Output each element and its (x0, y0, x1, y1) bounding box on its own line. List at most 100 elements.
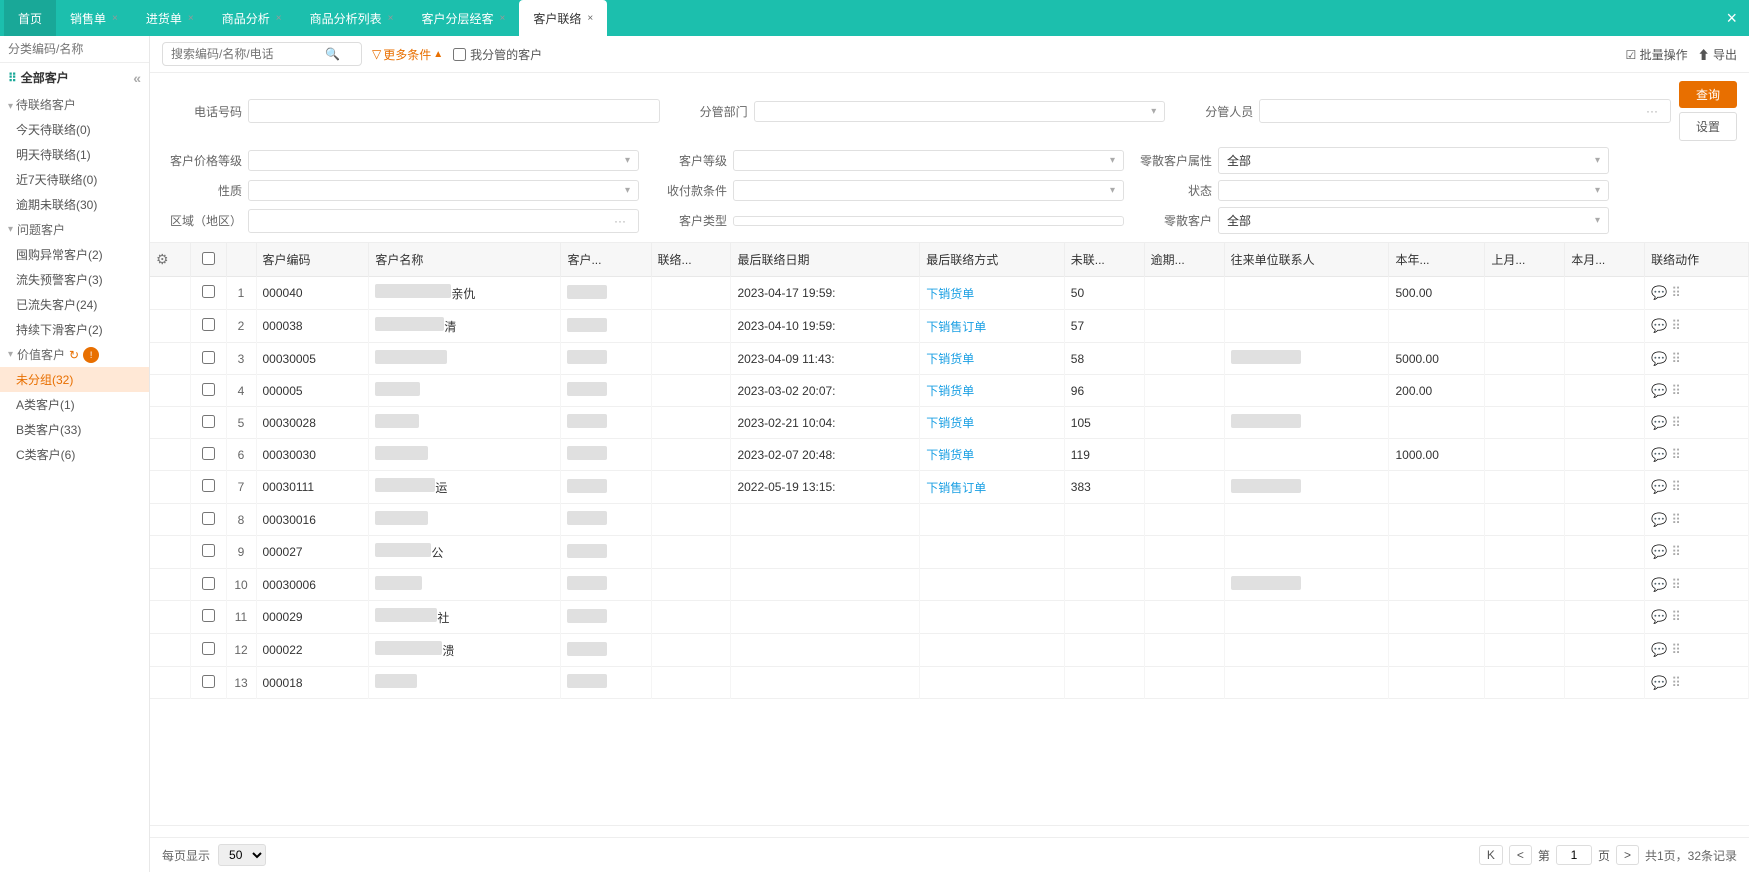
more-icon[interactable]: ⠿ (1671, 415, 1681, 431)
row-checkbox[interactable] (202, 318, 215, 331)
contact-icon[interactable]: 💬 (1651, 415, 1667, 431)
customer-level-select[interactable]: ▾ (733, 150, 1124, 171)
tab-product-analysis[interactable]: 商品分析 × (208, 0, 296, 36)
settings-col-header[interactable]: ⚙ (150, 243, 190, 277)
row-checkbox[interactable] (202, 675, 215, 688)
sidebar-item-today[interactable]: 今天待联络(0) (0, 117, 149, 142)
more-icon[interactable]: ⠿ (1671, 351, 1681, 367)
more-conditions-btn[interactable]: ▽ 更多条件 ▲ (372, 46, 443, 63)
collapse-icon[interactable]: « (133, 70, 141, 86)
next-page-btn[interactable]: > (1616, 845, 1639, 865)
my-customers-filter[interactable]: 我分管的客户 (453, 46, 542, 63)
row-checkbox[interactable] (202, 577, 215, 590)
tab-product-analysis-list[interactable]: 商品分析列表 × (296, 0, 408, 36)
contact-icon[interactable]: 💬 (1651, 447, 1667, 463)
contact-icon[interactable]: 💬 (1651, 383, 1667, 399)
more-icon[interactable]: ⠿ (1671, 544, 1681, 560)
row-checkbox[interactable] (202, 479, 215, 492)
prev-page-btn[interactable]: < (1509, 845, 1532, 865)
row-checkbox[interactable] (202, 512, 215, 525)
row-checkbox[interactable] (202, 415, 215, 428)
tab-sales-close[interactable]: × (112, 13, 118, 24)
status-select[interactable]: ▾ (1218, 180, 1609, 201)
search-input[interactable] (171, 47, 321, 61)
contact-icon[interactable]: 💬 (1651, 351, 1667, 367)
tab-customer-contact[interactable]: 客户联络 × (519, 0, 607, 36)
problem-customers-header[interactable]: 问题客户 (0, 217, 149, 242)
tab-sales[interactable]: 销售单 × (56, 0, 132, 36)
first-page-btn[interactable]: K (1479, 845, 1503, 865)
contact-icon[interactable]: 💬 (1651, 675, 1667, 691)
horizontal-scrollbar[interactable] (150, 825, 1749, 837)
last-type-link[interactable]: 下销货单 (926, 448, 974, 462)
value-customers-label[interactable]: 价值客户 (17, 346, 65, 363)
more-icon[interactable]: ⠿ (1671, 479, 1681, 495)
row-checkbox[interactable] (202, 383, 215, 396)
checkbox-cell[interactable] (190, 569, 226, 601)
last-type-link[interactable]: 下销货单 (926, 287, 974, 301)
checkbox-cell[interactable] (190, 439, 226, 471)
more-icon[interactable]: ⠿ (1671, 675, 1681, 691)
checkbox-cell[interactable] (190, 375, 226, 407)
contact-icon[interactable]: 💬 (1651, 544, 1667, 560)
more-icon[interactable]: ⠿ (1671, 318, 1681, 334)
last-type-link[interactable]: 下销售订单 (926, 481, 986, 495)
more-icon[interactable]: ⠿ (1671, 642, 1681, 658)
sidebar-item-churn-warning[interactable]: 流失预警客户(3) (0, 267, 149, 292)
sidebar-search-input[interactable] (8, 42, 150, 56)
export-btn[interactable]: ⬆ 导出 (1698, 46, 1737, 63)
contact-icon[interactable]: 💬 (1651, 642, 1667, 658)
reset-button[interactable]: 设置 (1679, 112, 1737, 141)
manager-dots-icon[interactable]: ··· (1642, 104, 1662, 118)
tab-product-analysis-list-close[interactable]: × (388, 13, 394, 24)
gender-select[interactable]: ▾ (248, 180, 639, 201)
checkbox-cell[interactable] (190, 634, 226, 667)
phone-input[interactable] (248, 99, 660, 123)
sidebar-item-group-b[interactable]: B类客户(33) (0, 417, 149, 442)
tab-customer-segment[interactable]: 客户分层经客 × (407, 0, 519, 36)
checkbox-cell[interactable] (190, 601, 226, 634)
my-customers-checkbox[interactable] (453, 48, 466, 61)
checkbox-cell[interactable] (190, 504, 226, 536)
sidebar-item-overdue[interactable]: 逾期未联络(30) (0, 192, 149, 217)
tab-purchase[interactable]: 进货单 × (132, 0, 208, 36)
region-select[interactable]: ··· (248, 209, 639, 233)
refresh-icon[interactable]: ↻ (69, 348, 79, 362)
last-type-link[interactable]: 下销货单 (926, 352, 974, 366)
pending-contact-group[interactable]: 待联络客户 (0, 92, 149, 117)
row-checkbox[interactable] (202, 544, 215, 557)
tab-bar-close-btn[interactable]: × (1718, 8, 1745, 29)
more-icon[interactable]: ⠿ (1671, 383, 1681, 399)
checkbox-cell[interactable] (190, 310, 226, 343)
search-icon[interactable]: 🔍 (325, 47, 340, 61)
query-button[interactable]: 查询 (1679, 81, 1737, 108)
contact-icon[interactable]: 💬 (1651, 479, 1667, 495)
more-icon[interactable]: ⠿ (1671, 285, 1681, 301)
more-icon[interactable]: ⠿ (1671, 577, 1681, 593)
tab-customer-contact-close[interactable]: × (587, 13, 593, 24)
last-type-link[interactable]: 下销货单 (926, 416, 974, 430)
dept-select[interactable]: ▾ (754, 101, 1166, 122)
sidebar-item-tomorrow[interactable]: 明天待联络(1) (0, 142, 149, 167)
more-icon[interactable]: ⠿ (1671, 609, 1681, 625)
checkbox-cell[interactable] (190, 277, 226, 310)
row-checkbox[interactable] (202, 351, 215, 364)
tab-purchase-close[interactable]: × (188, 13, 194, 24)
contact-icon[interactable]: 💬 (1651, 285, 1667, 301)
sidebar-item-group-c[interactable]: C类客户(6) (0, 442, 149, 467)
row-checkbox[interactable] (202, 447, 215, 460)
all-customers-header[interactable]: ⠿ 全部客户 « (0, 63, 149, 92)
sidebar-item-lost[interactable]: 已流失客户(24) (0, 292, 149, 317)
sidebar-item-group-a[interactable]: A类客户(1) (0, 392, 149, 417)
select-all-checkbox[interactable] (202, 252, 215, 265)
checkbox-col-header[interactable] (190, 243, 226, 277)
page-number-input[interactable] (1556, 845, 1592, 865)
checkbox-cell[interactable] (190, 471, 226, 504)
tab-home[interactable]: 首页 (4, 0, 56, 36)
more-icon[interactable]: ⠿ (1671, 512, 1681, 528)
contact-icon[interactable]: 💬 (1651, 512, 1667, 528)
checkbox-cell[interactable] (190, 407, 226, 439)
manager-select[interactable]: ··· (1259, 99, 1671, 123)
tab-customer-segment-close[interactable]: × (499, 13, 505, 24)
more-icon[interactable]: ⠿ (1671, 447, 1681, 463)
